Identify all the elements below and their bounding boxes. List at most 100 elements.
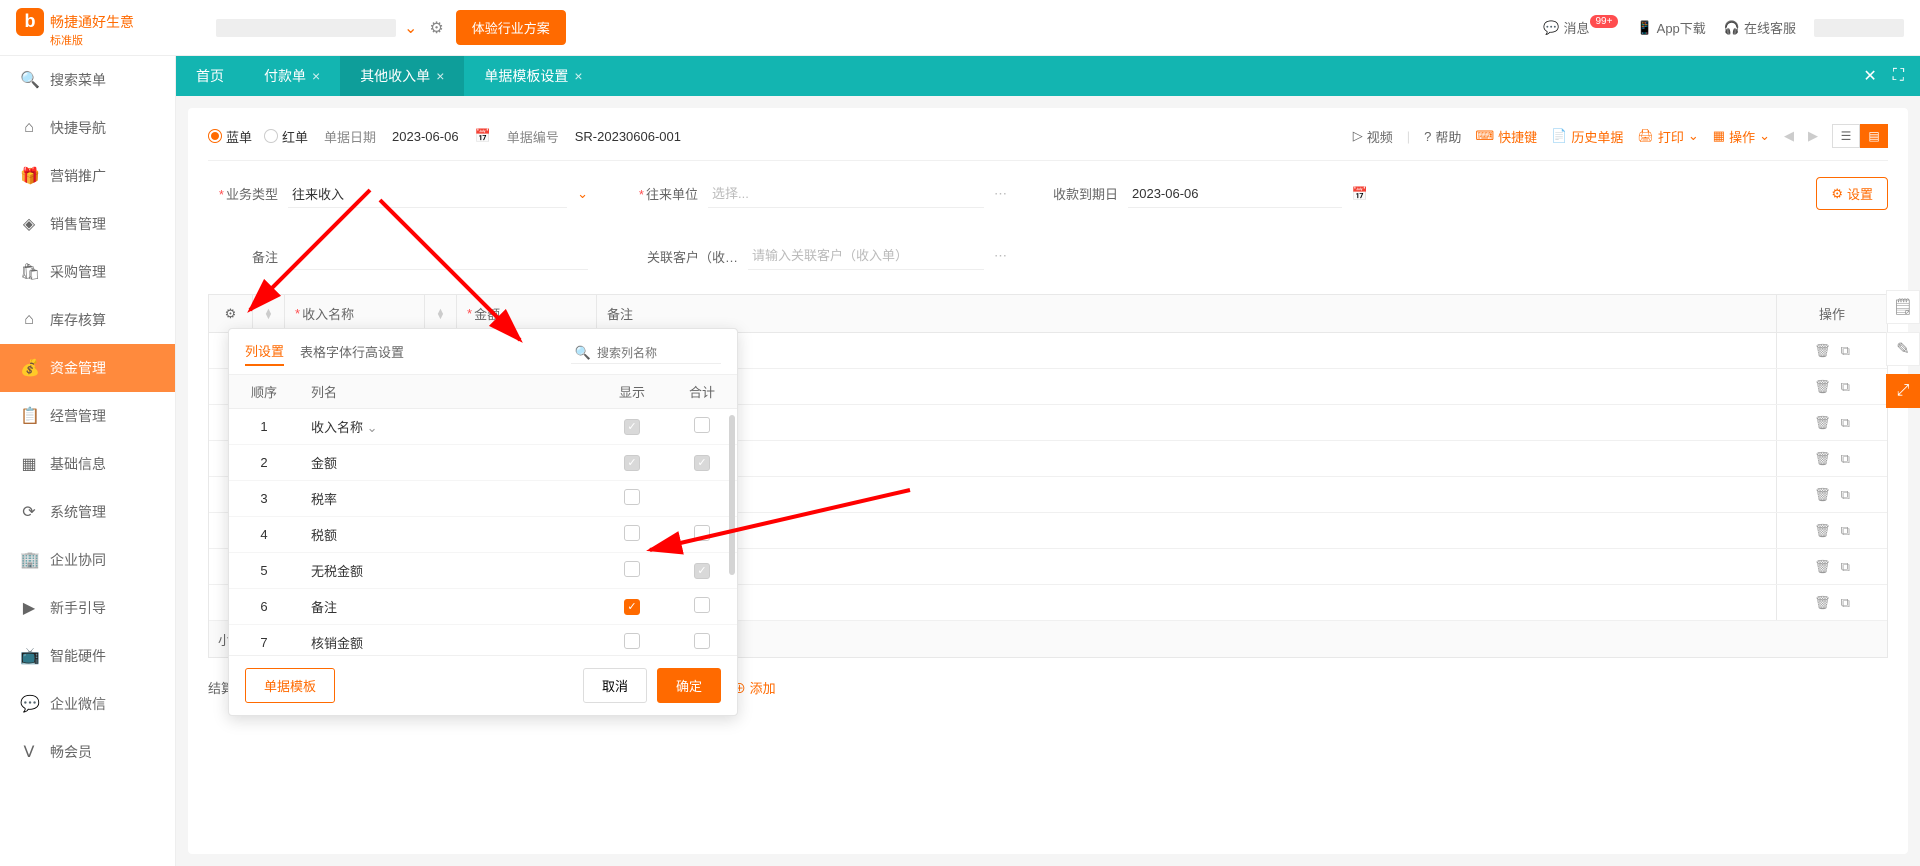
- view-list-button[interactable]: ☰: [1832, 124, 1860, 148]
- sidebar-item[interactable]: 💬企业微信: [0, 680, 175, 728]
- sort-icon[interactable]: ▲▼: [425, 295, 457, 332]
- copy-icon[interactable]: ⧉: [1841, 343, 1850, 359]
- copy-icon[interactable]: ⧉: [1841, 451, 1850, 467]
- close-all-icon[interactable]: ✕: [1859, 62, 1880, 90]
- next-icon[interactable]: ▶: [1808, 128, 1818, 144]
- column-settings-button[interactable]: ⚙: [209, 295, 253, 332]
- confirm-button[interactable]: 确定: [657, 668, 721, 703]
- delete-icon[interactable]: 🗑: [1814, 559, 1831, 575]
- tab-font-settings[interactable]: 表格字体行高设置: [300, 342, 404, 365]
- delete-icon[interactable]: 🗑: [1814, 415, 1831, 431]
- sidebar-item[interactable]: 📺智能硬件: [0, 632, 175, 680]
- view-detail-button[interactable]: ▤: [1860, 124, 1888, 148]
- delete-icon[interactable]: 🗑: [1814, 451, 1831, 467]
- online-service-link[interactable]: 🎧 在线客服: [1724, 18, 1796, 37]
- checkbox[interactable]: [694, 633, 710, 649]
- scrollbar-thumb[interactable]: [729, 415, 735, 575]
- chevron-down-icon[interactable]: ⌄: [577, 186, 588, 202]
- sidebar-item[interactable]: ⌂快捷导航: [0, 104, 175, 152]
- close-icon[interactable]: ×: [312, 68, 320, 84]
- checkbox[interactable]: [694, 525, 710, 541]
- due-date-input[interactable]: [1128, 180, 1342, 208]
- copy-icon[interactable]: ⧉: [1841, 559, 1850, 575]
- delete-icon[interactable]: 🗑: [1814, 487, 1831, 503]
- checkbox[interactable]: [624, 599, 640, 615]
- radio-red[interactable]: 红单: [264, 127, 308, 146]
- history-link[interactable]: 📄历史单据: [1551, 127, 1623, 146]
- settings-button[interactable]: ⚙设置: [1816, 177, 1888, 210]
- rail-edit-icon[interactable]: ✎: [1886, 332, 1920, 366]
- rail-expand-icon[interactable]: ⤢: [1886, 374, 1920, 408]
- sort-icon[interactable]: ▲▼: [253, 295, 285, 332]
- copy-icon[interactable]: ⧉: [1841, 595, 1850, 611]
- checkbox[interactable]: [694, 455, 710, 471]
- user-area[interactable]: [1814, 19, 1904, 37]
- checkbox[interactable]: [694, 417, 710, 433]
- rail-note-icon[interactable]: 🗒: [1886, 290, 1920, 324]
- logo-icon: b: [16, 8, 44, 36]
- checkbox[interactable]: [624, 489, 640, 505]
- rel-customer-input[interactable]: [748, 242, 984, 270]
- popover-search-input[interactable]: [597, 346, 717, 360]
- tab-column-settings[interactable]: 列设置: [245, 341, 284, 366]
- sidebar-item[interactable]: 🏢企业协同: [0, 536, 175, 584]
- help-link[interactable]: ?帮助: [1424, 127, 1461, 146]
- sidebar-item[interactable]: 📋经营管理: [0, 392, 175, 440]
- print-link[interactable]: 🖨打印⌄: [1637, 127, 1698, 146]
- video-link[interactable]: ▷视频: [1353, 127, 1393, 146]
- tab[interactable]: 其他收入单×: [340, 56, 464, 96]
- calendar-icon[interactable]: 📅: [475, 128, 491, 144]
- checkbox[interactable]: [694, 563, 710, 579]
- delete-icon[interactable]: 🗑: [1814, 523, 1831, 539]
- radio-blue[interactable]: 蓝单: [208, 127, 252, 146]
- tab[interactable]: 首页: [176, 56, 244, 96]
- delete-icon[interactable]: 🗑: [1814, 379, 1831, 395]
- close-icon[interactable]: ×: [436, 68, 444, 84]
- tab[interactable]: 单据模板设置×: [464, 56, 602, 96]
- shortcut-link[interactable]: ⌨快捷键: [1475, 127, 1537, 146]
- cancel-button[interactable]: 取消: [583, 668, 647, 703]
- sidebar-item[interactable]: 🎁营销推广: [0, 152, 175, 200]
- checkbox[interactable]: [624, 633, 640, 649]
- template-button[interactable]: 单据模板: [245, 668, 335, 703]
- fullscreen-icon[interactable]: ⛶: [1889, 63, 1908, 89]
- remark-input[interactable]: [288, 242, 588, 270]
- party-input[interactable]: [708, 180, 984, 208]
- more-icon[interactable]: ⋯: [994, 248, 1008, 264]
- sidebar-item[interactable]: Ⅴ畅会员: [0, 728, 175, 776]
- sidebar-item[interactable]: ▶新手引导: [0, 584, 175, 632]
- calendar-icon[interactable]: 📅: [1352, 186, 1368, 202]
- checkbox[interactable]: [624, 561, 640, 577]
- copy-icon[interactable]: ⧉: [1841, 379, 1850, 395]
- promo-button[interactable]: 体验行业方案: [456, 10, 566, 45]
- checkbox[interactable]: [624, 455, 640, 471]
- operate-link[interactable]: ▦操作⌄: [1713, 127, 1770, 146]
- sidebar-item[interactable]: 🛍采购管理: [0, 248, 175, 296]
- tab[interactable]: 付款单×: [244, 56, 340, 96]
- checkbox[interactable]: [694, 597, 710, 613]
- close-icon[interactable]: ×: [574, 68, 582, 84]
- sidebar-item[interactable]: ⌂库存核算: [0, 296, 175, 344]
- copy-icon[interactable]: ⧉: [1841, 487, 1850, 503]
- sidebar-item[interactable]: ⟳系统管理: [0, 488, 175, 536]
- more-icon[interactable]: ⋯: [994, 186, 1008, 202]
- delete-icon[interactable]: 🗑: [1814, 343, 1831, 359]
- org-selector[interactable]: ⌄: [216, 18, 417, 38]
- sidebar-item[interactable]: ▦基础信息: [0, 440, 175, 488]
- gear-icon[interactable]: ⚙: [429, 18, 443, 38]
- sidebar-item[interactable]: ◈销售管理: [0, 200, 175, 248]
- add-link[interactable]: ⊕ 添加: [733, 678, 776, 697]
- delete-icon[interactable]: 🗑: [1814, 595, 1831, 611]
- biz-type-input[interactable]: [288, 180, 567, 208]
- checkbox[interactable]: [624, 419, 640, 435]
- checkbox[interactable]: [624, 525, 640, 541]
- prev-icon[interactable]: ◀: [1784, 128, 1794, 144]
- sidebar-item[interactable]: 💰资金管理: [0, 344, 175, 392]
- print-icon: 🖨: [1637, 128, 1654, 144]
- copy-icon[interactable]: ⧉: [1841, 415, 1850, 431]
- doc-date-value[interactable]: 2023-06-06: [392, 129, 459, 144]
- messages-link[interactable]: 💬 消息 99+: [1543, 18, 1618, 37]
- sidebar-item[interactable]: 🔍搜索菜单: [0, 56, 175, 104]
- copy-icon[interactable]: ⧉: [1841, 523, 1850, 539]
- app-download-link[interactable]: 📱 App下载: [1636, 18, 1705, 37]
